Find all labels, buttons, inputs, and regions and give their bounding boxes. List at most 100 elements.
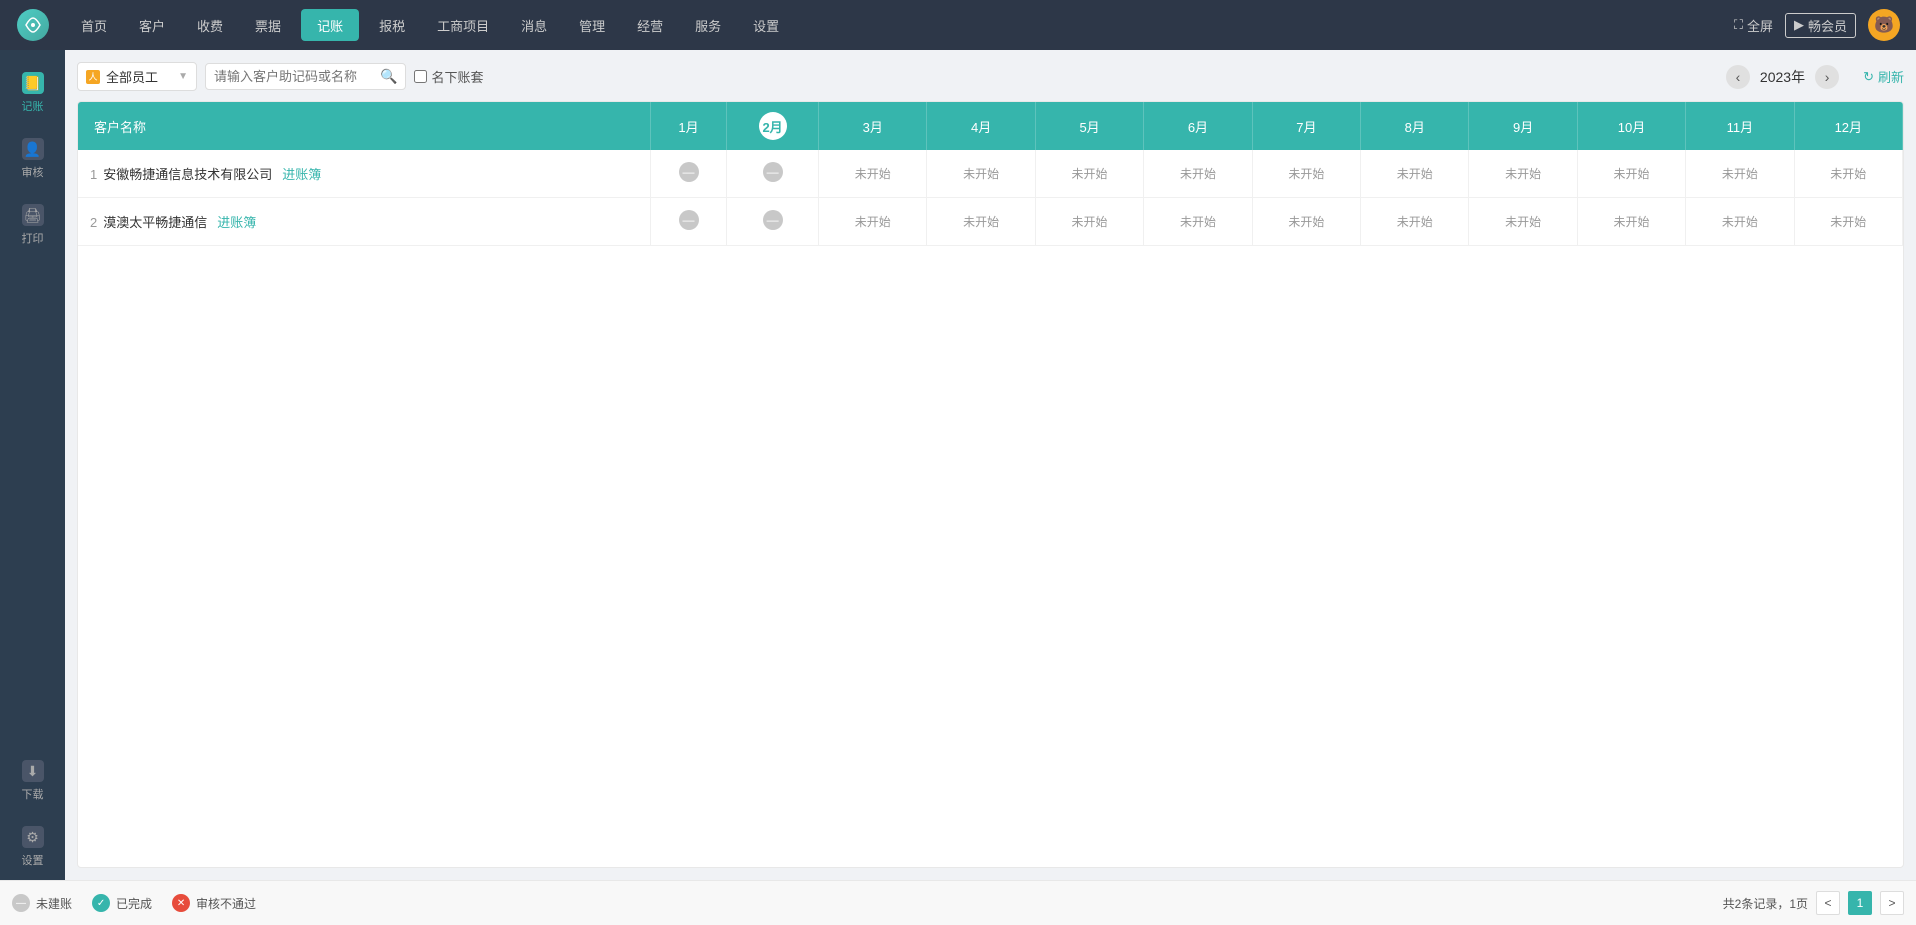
- cell-month-2-5: 未开始: [1035, 198, 1143, 246]
- fullscreen-button[interactable]: ⛶ 全屏: [1734, 16, 1773, 35]
- nav-item-收费[interactable]: 收费: [181, 0, 239, 50]
- nav-item-经营[interactable]: 经营: [621, 0, 679, 50]
- search-input[interactable]: [214, 69, 374, 84]
- cell-company-2: 2漠澳太平畅捷通信进账簿: [78, 198, 650, 246]
- cell-month-1-8: 未开始: [1361, 150, 1469, 198]
- status-not-started: 未开始: [1830, 167, 1866, 181]
- cell-month-2-8: 未开始: [1361, 198, 1469, 246]
- vip-button[interactable]: ▶ 畅会员: [1785, 13, 1856, 38]
- pagination-prev-button[interactable]: <: [1816, 891, 1840, 915]
- cell-month-2-12: 未开始: [1794, 198, 1902, 246]
- status-not-started: 未开始: [1505, 215, 1541, 229]
- legend-dot-未建账: —: [12, 894, 30, 912]
- sidebar-label-审核: 审核: [22, 164, 44, 180]
- col-header-month-7: 7月: [1252, 102, 1360, 150]
- checkbox-label[interactable]: 名下账套: [414, 67, 483, 86]
- company-name: 安徽畅捷通信息技术有限公司: [103, 167, 272, 182]
- status-not-started: 未开始: [963, 215, 999, 229]
- cell-month-1-5: 未开始: [1035, 150, 1143, 198]
- pagination-summary: 共2条记录，1页: [1723, 895, 1808, 912]
- cell-month-2-7: 未开始: [1252, 198, 1360, 246]
- status-not-started: 未开始: [1180, 215, 1216, 229]
- data-table-wrapper: 客户名称1月2月3月4月5月6月7月8月9月10月11月12月 1安徽畅捷通信息…: [77, 101, 1904, 868]
- sidebar-item-记账[interactable]: 📒 记账: [0, 60, 65, 126]
- status-dot-not-built: [679, 162, 699, 182]
- pagination: 共2条记录，1页 <1 >: [1723, 891, 1904, 915]
- search-wrapper: 🔍: [205, 63, 406, 90]
- logo-icon: [17, 9, 49, 41]
- status-not-started: 未开始: [1397, 167, 1433, 181]
- year-next-button[interactable]: ›: [1815, 65, 1839, 89]
- refresh-label: 刷新: [1878, 67, 1904, 86]
- nav-item-票据[interactable]: 票据: [239, 0, 297, 50]
- nav-item-管理[interactable]: 管理: [563, 0, 621, 50]
- pagination-next-button[interactable]: >: [1880, 891, 1904, 915]
- col-header-month-4: 4月: [927, 102, 1035, 150]
- sidebar-bottom-label-设置: 设置: [22, 852, 44, 868]
- entry-link-2[interactable]: 进账簿: [217, 215, 256, 230]
- status-not-started: 未开始: [1288, 167, 1324, 181]
- sidebar-icon-记账: 📒: [22, 72, 44, 94]
- status-not-started: 未开始: [855, 215, 891, 229]
- vip-label: 畅会员: [1808, 16, 1847, 35]
- legend-label-已完成: 已完成: [116, 895, 152, 912]
- status-dot-not-built: [763, 162, 783, 182]
- legend-item-已完成: ✓ 已完成: [92, 894, 152, 912]
- row-num: 2: [90, 215, 97, 230]
- status-not-started: 未开始: [1072, 167, 1108, 181]
- year-display: 2023年: [1760, 67, 1805, 87]
- employee-select[interactable]: 人 全部员工 ▼: [77, 62, 197, 91]
- nav-item-报税[interactable]: 报税: [363, 0, 421, 50]
- cell-month-1-7: 未开始: [1252, 150, 1360, 198]
- col-header-month-3: 3月: [819, 102, 927, 150]
- cell-month-1-10: 未开始: [1577, 150, 1685, 198]
- sidebar-label-打印: 打印: [22, 230, 44, 246]
- cell-month-2-9: 未开始: [1469, 198, 1577, 246]
- pagination-page-1[interactable]: 1: [1848, 891, 1872, 915]
- sidebar-item-打印[interactable]: 🖨 打印: [0, 192, 65, 258]
- dropdown-arrow-icon: ▼: [178, 71, 188, 82]
- nav-item-客户[interactable]: 客户: [123, 0, 181, 50]
- entry-link-1[interactable]: 进账簿: [282, 167, 321, 182]
- cell-month-1-12: 未开始: [1794, 150, 1902, 198]
- sidebar-bottom-label-下载: 下载: [22, 786, 44, 802]
- cell-month-1-3: 未开始: [819, 150, 927, 198]
- refresh-button[interactable]: ↻ 刷新: [1863, 67, 1904, 86]
- status-not-started: 未开始: [1614, 167, 1650, 181]
- my-accounts-checkbox[interactable]: [414, 70, 427, 83]
- nav-item-工商项目[interactable]: 工商项目: [421, 0, 505, 50]
- accounts-table: 客户名称1月2月3月4月5月6月7月8月9月10月11月12月 1安徽畅捷通信息…: [78, 102, 1903, 246]
- cell-month-2-1: [650, 198, 726, 246]
- nav-item-记账[interactable]: 记账: [301, 9, 359, 41]
- logo: [0, 0, 65, 50]
- sidebar-label-记账: 记账: [22, 98, 44, 114]
- vip-icon: ▶: [1794, 17, 1804, 33]
- table-row: 2漠澳太平畅捷通信进账簿 未开始 未开始 未开始 未开始 未开始 未开始 未开始 未开始 未开始 未…: [78, 198, 1903, 246]
- status-not-started: 未开始: [1830, 215, 1866, 229]
- status-not-started: 未开始: [855, 167, 891, 181]
- nav-item-首页[interactable]: 首页: [65, 0, 123, 50]
- nav-item-服务[interactable]: 服务: [679, 0, 737, 50]
- avatar[interactable]: 🐻: [1868, 9, 1900, 41]
- status-not-started: 未开始: [1614, 215, 1650, 229]
- sidebar: 📒 记账 👤审核 🖨 打印 ⬇ 下载 ⚙设置: [0, 50, 65, 880]
- status-not-started: 未开始: [1722, 215, 1758, 229]
- search-icon[interactable]: 🔍: [380, 68, 397, 85]
- legend-dot-已完成: ✓: [92, 894, 110, 912]
- nav-item-设置[interactable]: 设置: [737, 0, 795, 50]
- sidebar-bottom-icon-下载: ⬇: [22, 760, 44, 782]
- status-not-started: 未开始: [1072, 215, 1108, 229]
- nav-item-消息[interactable]: 消息: [505, 0, 563, 50]
- employee-icon: 人: [86, 70, 100, 84]
- cell-month-1-2: [727, 150, 819, 198]
- col-header-month-5: 5月: [1035, 102, 1143, 150]
- sidebar-item-审核[interactable]: 👤审核: [0, 126, 65, 192]
- year-prev-button[interactable]: ‹: [1726, 65, 1750, 89]
- sidebar-bottom-item-设置[interactable]: ⚙设置: [22, 814, 44, 880]
- status-not-started: 未开始: [1288, 215, 1324, 229]
- col-header-month-8: 8月: [1361, 102, 1469, 150]
- cell-month-2-2: [727, 198, 819, 246]
- sidebar-bottom-item-下载[interactable]: ⬇ 下载: [22, 748, 44, 814]
- sidebar-icon-打印: 🖨: [22, 204, 44, 226]
- employee-select-label: 全部员工: [106, 67, 158, 86]
